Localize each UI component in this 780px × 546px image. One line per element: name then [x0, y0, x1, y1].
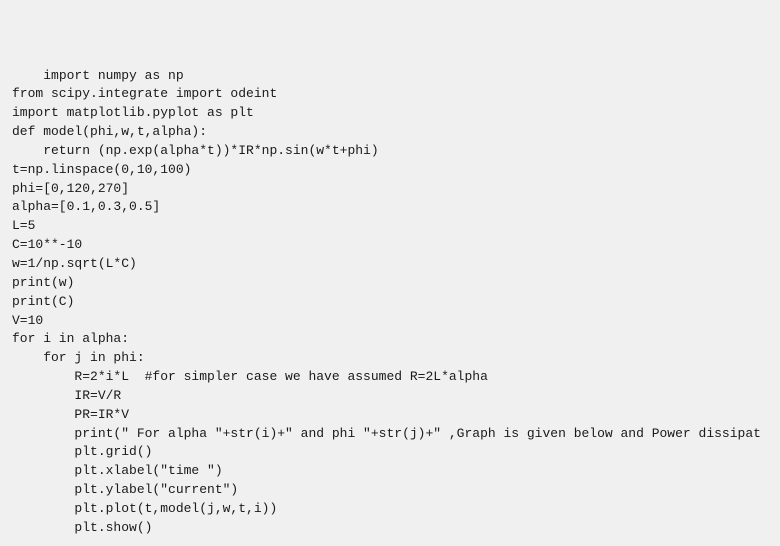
line-2: from scipy.integrate import odeint [12, 86, 277, 101]
line-23: plt.ylabel("current") [12, 482, 238, 497]
line-3: import matplotlib.pyplot as plt [12, 105, 254, 120]
line-9: L=5 [12, 218, 35, 233]
line-6: t=np.linspace(0,10,100) [12, 162, 191, 177]
line-blank [12, 539, 20, 546]
line-8: alpha=[0.1,0.3,0.5] [12, 199, 160, 214]
line-5: return (np.exp(alpha*t))*IR*np.sin(w*t+p… [12, 143, 379, 158]
line-24: plt.plot(t,model(j,w,t,i)) [12, 501, 277, 516]
code-editor: import numpy as np from scipy.integrate … [0, 0, 780, 546]
line-10: C=10**-10 [12, 237, 82, 252]
code-content: import numpy as np from scipy.integrate … [12, 48, 768, 546]
line-19: PR=IR*V [12, 407, 129, 422]
line-15: for i in alpha: [12, 331, 129, 346]
line-20: print(" For alpha "+str(i)+" and phi "+s… [12, 426, 761, 441]
line-21: plt.grid() [12, 444, 152, 459]
line-7: phi=[0,120,270] [12, 181, 129, 196]
line-18: IR=V/R [12, 388, 121, 403]
line-4: def model(phi,w,t,alpha): [12, 124, 207, 139]
line-25: plt.show() [12, 520, 152, 535]
line-11: w=1/np.sqrt(L*C) [12, 256, 137, 271]
line-13: print(C) [12, 294, 74, 309]
line-12: print(w) [12, 275, 74, 290]
line-14: V=10 [12, 313, 43, 328]
line-22: plt.xlabel("time ") [12, 463, 223, 478]
line-17: R=2*i*L #for simpler case we have assume… [12, 369, 488, 384]
line-1: import numpy as np [43, 68, 183, 83]
line-16: for j in phi: [12, 350, 145, 365]
